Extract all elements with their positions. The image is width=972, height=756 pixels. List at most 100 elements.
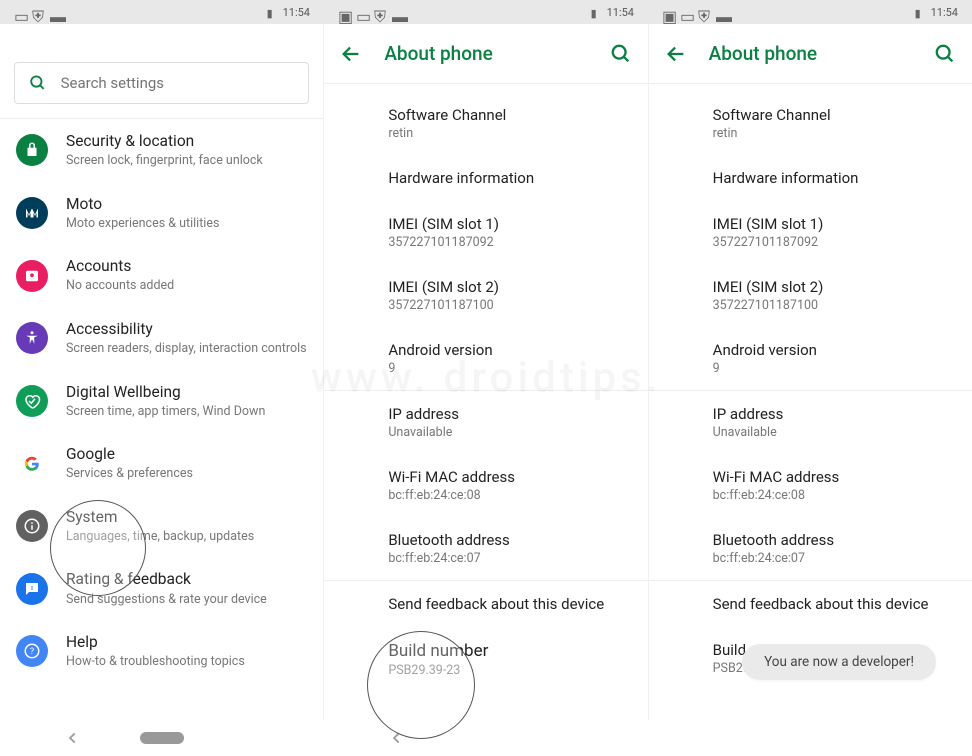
clock-text: 11:54 (931, 6, 958, 19)
about-value: retin (713, 126, 956, 141)
status-bar: ▭ ⛨ ▬ ▮ 11:54 ▣ ▭ ⛨ ▬ ▮ 11:54 ▣ ▭ ⛨ ▬ ▮ … (0, 0, 972, 24)
svg-text:?: ? (30, 647, 34, 657)
item-subtitle: Languages, time, backup, updates (66, 528, 307, 546)
message-icon: ▬ (716, 7, 726, 17)
settings-item-google[interactable]: Google Services & preferences (0, 432, 323, 495)
settings-list[interactable]: Security & location Screen lock, fingerp… (0, 119, 323, 720)
about-item-wi-fi-mac-address[interactable]: Wi-Fi MAC address bc:ff:eb:24:ce:08 (388, 454, 647, 517)
page-title: About phone (709, 42, 912, 65)
about-item-build-number[interactable]: Build number PSB29.39-23 (388, 627, 647, 692)
item-subtitle: Send suggestions & rate your device (66, 591, 307, 609)
back-icon[interactable] (665, 43, 687, 65)
settings-item-accounts[interactable]: Accounts No accounts added (0, 244, 323, 307)
about-title: Android version (388, 341, 631, 359)
screenshot-icon: ▭ (356, 7, 366, 17)
about-item-bluetooth-address[interactable]: Bluetooth address bc:ff:eb:24:ce:07 (713, 517, 972, 580)
about-item-hardware-information[interactable]: Hardware information (388, 155, 647, 201)
item-title: System (66, 507, 307, 527)
about-value: bc:ff:eb:24:ce:07 (388, 551, 631, 566)
about-item-imei-sim-slot-2-[interactable]: IMEI (SIM slot 2)357227101187100 (713, 264, 972, 327)
accounts-icon (16, 260, 48, 292)
item-subtitle: No accounts added (66, 277, 307, 295)
about-title: Android version (713, 341, 956, 359)
nav-back-icon[interactable] (390, 731, 404, 745)
moto-icon (16, 197, 48, 229)
battery-icon: ▮ (915, 7, 925, 17)
item-subtitle: How-to & troubleshooting topics (66, 653, 307, 671)
search-input[interactable] (61, 74, 295, 92)
item-title: Accessibility (66, 319, 307, 339)
search-icon (29, 73, 47, 93)
about-title: Build number (388, 641, 631, 661)
about-title: IP address (713, 405, 956, 423)
about-value: retin (388, 126, 631, 141)
about-value: 357227101187100 (388, 298, 631, 313)
message-icon: ▬ (50, 7, 60, 17)
about-item-imei-sim-slot-1-[interactable]: IMEI (SIM slot 1)357227101187092 (713, 201, 972, 264)
about-title: Hardware information (713, 169, 956, 187)
about-item-ip-address[interactable]: IP addressUnavailable (713, 391, 972, 454)
shield-icon: ⛨ (32, 7, 42, 17)
about-item-bluetooth-address[interactable]: Bluetooth addressbc:ff:eb:24:ce:07 (388, 517, 647, 580)
settings-item-help[interactable]: ? Help How-to & troubleshooting topics (0, 620, 323, 683)
search-icon[interactable] (934, 43, 956, 65)
search-icon[interactable] (610, 43, 632, 65)
nav-bar (0, 720, 972, 756)
clock-text: 11:54 (283, 6, 310, 19)
about-value: Unavailable (388, 425, 631, 440)
about-item-wi-fi-mac-address[interactable]: Wi-Fi MAC addressbc:ff:eb:24:ce:08 (713, 454, 972, 517)
message-icon: ▬ (392, 7, 402, 17)
about-title: Wi-Fi MAC address (388, 468, 631, 486)
settings-item-system[interactable]: System Languages, time, backup, updates (0, 495, 323, 558)
info-icon (16, 510, 48, 542)
accessibility-icon (16, 322, 48, 354)
about-item-ip-address[interactable]: IP address Unavailable (388, 391, 647, 454)
about-item-hardware-information[interactable]: Hardware information (713, 155, 972, 201)
settings-item-moto[interactable]: Moto Moto experiences & utilities (0, 182, 323, 245)
about-item-android-version[interactable]: Android version 9 (388, 327, 647, 390)
settings-panel: Security & location Screen lock, fingerp… (0, 24, 324, 720)
item-title: Rating & feedback (66, 569, 307, 589)
about-list[interactable]: Software Channelretin Hardware informatio… (324, 84, 647, 720)
item-subtitle: Screen time, app timers, Wind Down (66, 403, 307, 421)
about-title: Send feedback about this device (388, 595, 631, 613)
about-item-send-feedback-about-this-device[interactable]: Send feedback about this device (713, 581, 972, 627)
about-panel-1: About phone Software ChannelretinHardwar… (324, 24, 648, 720)
battery-icon: ▮ (267, 7, 277, 17)
screenshot-icon: ▭ (680, 7, 690, 17)
image-icon: ▣ (662, 7, 672, 17)
about-value: 9 (388, 361, 631, 376)
back-icon[interactable] (340, 43, 362, 65)
about-title: Bluetooth address (713, 531, 956, 549)
nav-home-pill[interactable] (140, 732, 184, 744)
about-item-send-feedback-about-this-device[interactable]: Send feedback about this device (388, 581, 647, 627)
about-item-imei-sim-slot-1-[interactable]: IMEI (SIM slot 1)357227101187092 (388, 201, 647, 264)
about-title: IP address (388, 405, 631, 423)
about-value: bc:ff:eb:24:ce:07 (713, 551, 956, 566)
battery-icon: ▮ (591, 7, 601, 17)
about-item-software-channel[interactable]: Software Channelretin (713, 92, 972, 155)
about-value: PSB29.39-23 (388, 663, 631, 678)
shield-icon: ⛨ (374, 7, 384, 17)
about-item-imei-sim-slot-2-[interactable]: IMEI (SIM slot 2) 357227101187100 (388, 264, 647, 327)
about-title: IMEI (SIM slot 2) (713, 278, 956, 296)
about-item-android-version[interactable]: Android version9 (713, 327, 972, 390)
settings-item-accessibility[interactable]: Accessibility Screen readers, display, i… (0, 307, 323, 370)
about-title: Send feedback about this device (713, 595, 956, 613)
image-icon: ▣ (338, 7, 348, 17)
about-list[interactable]: Software Channelretin Hardware informatio… (649, 84, 972, 720)
about-panel-2: About phone Software Channelretin Hardwar… (649, 24, 972, 720)
search-box[interactable] (14, 62, 309, 104)
about-title: IMEI (SIM slot 1) (713, 215, 956, 233)
settings-item-security-location[interactable]: Security & location Screen lock, fingerp… (0, 119, 323, 182)
about-item-software-channel[interactable]: Software Channelretin (388, 92, 647, 155)
about-value: bc:ff:eb:24:ce:08 (388, 488, 631, 503)
settings-item-digital-wellbeing[interactable]: Digital Wellbeing Screen time, app timer… (0, 370, 323, 433)
about-title: Hardware information (388, 169, 631, 187)
item-subtitle: Services & preferences (66, 465, 307, 483)
nav-back-icon[interactable] (66, 731, 80, 745)
item-title: Google (66, 444, 307, 464)
about-title: IMEI (SIM slot 2) (388, 278, 631, 296)
settings-item-rating-feedback[interactable]: Rating & feedback Send suggestions & rat… (0, 557, 323, 620)
developer-toast: You are now a developer! (742, 644, 936, 680)
